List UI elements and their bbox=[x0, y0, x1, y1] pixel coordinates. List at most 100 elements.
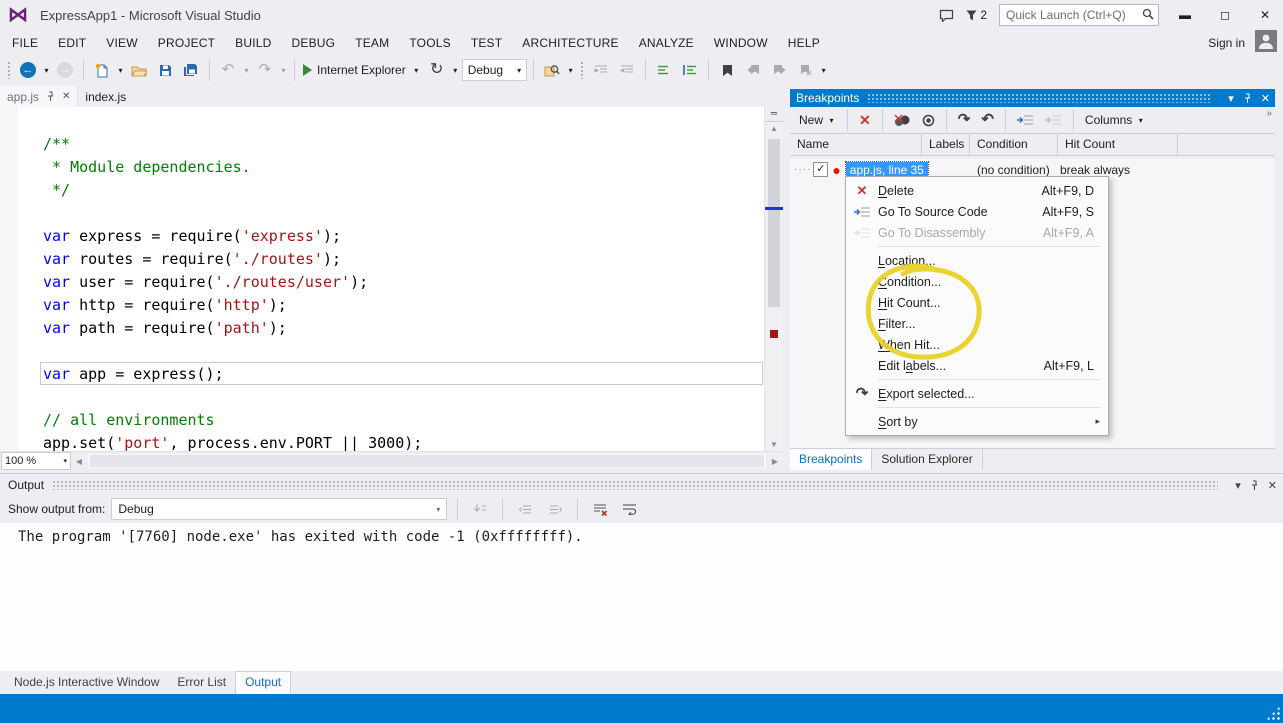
code-line[interactable]: var app = express(); bbox=[0, 363, 765, 386]
scroll-down-arrow[interactable]: ▼ bbox=[765, 438, 783, 452]
increase-indent-button[interactable] bbox=[589, 59, 613, 81]
vertical-scrollbar-thumb[interactable] bbox=[768, 139, 780, 307]
new-file-button[interactable] bbox=[90, 59, 114, 81]
menu-view[interactable]: VIEW bbox=[96, 31, 147, 55]
toolbar-grip[interactable] bbox=[580, 61, 584, 79]
horizontal-scrollbar[interactable] bbox=[88, 454, 766, 468]
disable-all-breakpoints-button[interactable] bbox=[918, 109, 939, 131]
column-header-labels[interactable]: Labels bbox=[922, 134, 970, 155]
uncomment-button[interactable] bbox=[678, 59, 702, 81]
code-line[interactable]: * Module dependencies. bbox=[0, 156, 765, 179]
redo-button[interactable]: ↷ bbox=[253, 59, 277, 81]
context-menu-item-when-hit[interactable]: When Hit... bbox=[846, 334, 1108, 355]
toggle-bookmark-button[interactable] bbox=[715, 59, 739, 81]
import-breakpoints-button[interactable]: ↶ bbox=[977, 109, 998, 131]
document-tab-index-js[interactable]: index.js bbox=[78, 86, 133, 107]
code-line[interactable] bbox=[0, 340, 765, 363]
window-tab-error-list[interactable]: Error List bbox=[168, 671, 235, 694]
context-menu-item-export-selected[interactable]: ↷Export selected... bbox=[846, 383, 1108, 404]
code-area[interactable]: /** * Module dependencies. */ var expres… bbox=[0, 133, 765, 452]
avatar[interactable] bbox=[1255, 30, 1277, 55]
context-menu-item-hit-count[interactable]: Hit Count... bbox=[846, 292, 1108, 313]
split-window-handle[interactable]: ═ bbox=[765, 107, 783, 122]
code-line[interactable]: var user = require('./routes/user'); bbox=[0, 271, 765, 294]
menu-project[interactable]: PROJECT bbox=[148, 31, 225, 55]
breakpoint-enabled-checkbox[interactable]: ✓ bbox=[813, 162, 828, 177]
go-to-source-button[interactable] bbox=[1013, 109, 1038, 131]
horizontal-scrollbar-thumb[interactable] bbox=[90, 455, 764, 467]
code-line[interactable]: var http = require('http'); bbox=[0, 294, 765, 317]
context-menu-item-go-to-source-code[interactable]: Go To Source CodeAlt+F9, S bbox=[846, 201, 1108, 222]
clear-bookmarks-button[interactable] bbox=[793, 59, 817, 81]
menu-team[interactable]: TEAM bbox=[345, 31, 399, 55]
close-button[interactable]: ✕ bbox=[1251, 8, 1279, 22]
code-line[interactable]: var path = require('path'); bbox=[0, 317, 765, 340]
comment-out-button[interactable] bbox=[652, 59, 676, 81]
column-header-name[interactable]: Name bbox=[790, 134, 922, 155]
context-menu-item-edit-labels[interactable]: Edit labels...Alt+F9, L bbox=[846, 355, 1108, 376]
next-message-button[interactable] bbox=[543, 498, 567, 520]
maximize-button[interactable]: ◻ bbox=[1211, 8, 1239, 22]
pin-icon[interactable] bbox=[46, 91, 55, 102]
undo-button[interactable]: ↶ bbox=[216, 59, 240, 81]
find-in-files-button[interactable] bbox=[540, 59, 564, 81]
sign-in-link[interactable]: Sign in bbox=[1208, 36, 1245, 50]
save-button[interactable] bbox=[153, 59, 177, 81]
window-position-dropdown[interactable]: ▾ bbox=[1228, 92, 1234, 105]
vertical-scrollbar[interactable]: ═ ▲ ▼ bbox=[764, 107, 783, 452]
solution-configuration-combo[interactable]: Debug ▾ bbox=[462, 59, 527, 81]
code-line[interactable]: // all environments bbox=[0, 409, 765, 432]
code-line[interactable]: var express = require('express'); bbox=[0, 225, 765, 248]
refresh-dropdown[interactable]: ▾ bbox=[451, 66, 460, 75]
close-icon[interactable]: ✕ bbox=[1268, 479, 1277, 492]
pin-icon[interactable] bbox=[1250, 480, 1259, 491]
undo-dropdown[interactable]: ▾ bbox=[242, 66, 251, 75]
delete-breakpoint-button[interactable]: ✕ bbox=[855, 109, 875, 131]
feedback-icon[interactable] bbox=[939, 9, 954, 22]
redo-dropdown[interactable]: ▾ bbox=[279, 66, 288, 75]
menu-test[interactable]: TEST bbox=[461, 31, 512, 55]
navigate-forward-button[interactable]: → bbox=[53, 59, 77, 81]
refresh-button[interactable]: ↻ bbox=[425, 59, 449, 81]
code-editor[interactable]: /** * Module dependencies. */ var expres… bbox=[0, 107, 783, 452]
menu-architecture[interactable]: ARCHITECTURE bbox=[512, 31, 628, 55]
toolbar-overflow-dropdown[interactable]: ▾ bbox=[819, 66, 828, 75]
start-debugging-button[interactable]: Internet Explorer ▾ bbox=[301, 59, 423, 81]
previous-bookmark-button[interactable] bbox=[741, 59, 765, 81]
context-menu-item-filter[interactable]: Filter... bbox=[846, 313, 1108, 334]
menu-debug[interactable]: DEBUG bbox=[282, 31, 346, 55]
previous-message-button[interactable] bbox=[513, 498, 537, 520]
code-line[interactable]: /** bbox=[0, 133, 765, 156]
save-all-button[interactable] bbox=[179, 59, 203, 81]
code-line[interactable]: app.set('port', process.env.PORT || 3000… bbox=[0, 432, 765, 452]
close-icon[interactable]: ✕ bbox=[1261, 92, 1270, 105]
context-menu-item-location[interactable]: Location... bbox=[846, 250, 1108, 271]
zoom-level-combo[interactable]: 100 % ▾ bbox=[1, 452, 71, 470]
context-menu-item-sort-by[interactable]: Sort by▸ bbox=[846, 411, 1108, 432]
code-line[interactable] bbox=[0, 202, 765, 225]
window-tab-output[interactable]: Output bbox=[235, 671, 291, 694]
quick-launch-input[interactable]: Quick Launch (Ctrl+Q) bbox=[999, 4, 1159, 26]
go-to-disassembly-button[interactable] bbox=[1041, 109, 1066, 131]
delete-all-breakpoints-button[interactable] bbox=[890, 109, 915, 131]
navigate-backward-dropdown[interactable]: ▾ bbox=[42, 66, 51, 75]
context-menu-item-condition[interactable]: Condition... bbox=[846, 271, 1108, 292]
decrease-indent-button[interactable] bbox=[615, 59, 639, 81]
menu-window[interactable]: WINDOW bbox=[704, 31, 778, 55]
resize-grip[interactable] bbox=[1266, 706, 1280, 720]
scroll-right-arrow[interactable]: ▶ bbox=[767, 457, 783, 466]
notifications-flag-icon[interactable]: 2 bbox=[966, 8, 987, 22]
output-source-combo[interactable]: Debug ▾ bbox=[111, 498, 447, 520]
code-line[interactable]: */ bbox=[0, 179, 765, 202]
breakpoints-title-bar[interactable]: Breakpoints ▾ ✕ bbox=[790, 89, 1275, 107]
context-menu-item-delete[interactable]: ✕DeleteAlt+F9, D bbox=[846, 180, 1108, 201]
document-tab-app-js[interactable]: app.js✕ bbox=[0, 86, 78, 107]
column-header-hit-count[interactable]: Hit Count bbox=[1058, 134, 1178, 155]
columns-button[interactable]: Columns ▾ bbox=[1081, 109, 1149, 131]
menu-file[interactable]: FILE bbox=[2, 31, 48, 55]
output-title-bar[interactable]: Output ▾ ✕ bbox=[0, 474, 1283, 496]
browser-target-dropdown[interactable]: ▾ bbox=[412, 66, 421, 75]
next-bookmark-button[interactable] bbox=[767, 59, 791, 81]
menu-edit[interactable]: EDIT bbox=[48, 31, 96, 55]
toolbar-overflow-chevron[interactable]: » bbox=[1266, 108, 1272, 119]
